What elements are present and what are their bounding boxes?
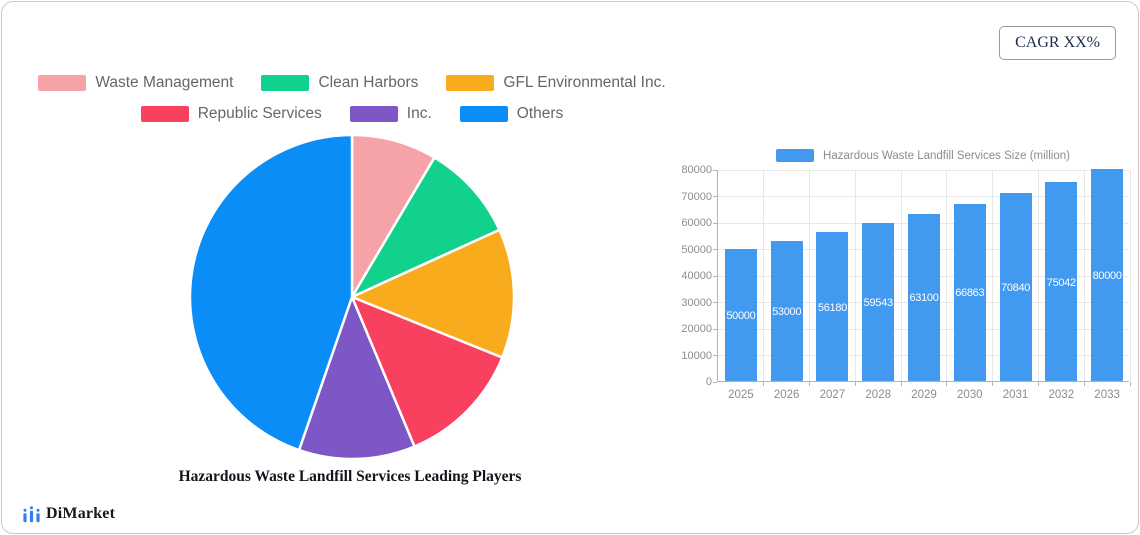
pie-legend-row-1: Waste Management Clean Harbors GFL Environ… bbox=[22, 74, 682, 92]
pie-legend-row-2: Republic Services Inc. Others bbox=[22, 105, 682, 123]
x-tick-7 bbox=[1037, 382, 1039, 386]
y-gridline-80000 bbox=[718, 169, 1129, 171]
pie-chart bbox=[187, 132, 517, 462]
bar-value-label-2027: 56180 bbox=[817, 301, 847, 314]
x-tick-6 bbox=[992, 382, 994, 386]
x-axis-label-2031: 2031 bbox=[1002, 389, 1029, 401]
x-axis-label-2027: 2027 bbox=[819, 389, 846, 401]
bar-value-label-2030: 66863 bbox=[955, 287, 985, 300]
pie-legend: Waste Management Clean Harbors GFL Environ… bbox=[22, 74, 682, 136]
y-axis-label-70000: 70000 bbox=[681, 190, 712, 203]
x-tick-1 bbox=[763, 382, 765, 386]
x-axis-label-2026: 2026 bbox=[773, 389, 800, 401]
legend-swatch-gfl-environmental-inc bbox=[446, 75, 495, 91]
bar-value-label-2033: 80000 bbox=[1092, 270, 1122, 282]
x-gridline-7 bbox=[1037, 170, 1039, 381]
legend-label-inc: Inc. bbox=[406, 105, 432, 122]
bar-value-label-2031: 70840 bbox=[1001, 282, 1031, 295]
x-tick-3 bbox=[854, 382, 856, 386]
y-axis-label-50000: 50000 bbox=[681, 243, 712, 256]
legend-label-others: Others bbox=[516, 105, 564, 122]
legend-swatch-clean-harbors bbox=[261, 75, 310, 91]
bar-2030: 66863 bbox=[953, 203, 986, 381]
legend-swatch-others bbox=[459, 106, 508, 122]
x-tick-5 bbox=[946, 382, 948, 386]
legend-swatch-republic-services bbox=[140, 106, 189, 122]
pie-chart-svg bbox=[188, 133, 516, 461]
bar-2031: 70840 bbox=[999, 193, 1032, 381]
x-gridline-9 bbox=[1129, 170, 1131, 381]
legend-label-waste-management: Waste Management bbox=[95, 74, 234, 91]
legend-item-waste-management[interactable]: Waste Management bbox=[38, 74, 233, 92]
x-gridline-6 bbox=[992, 170, 994, 381]
legend-label-gfl-environmental-inc: GFL Environmental Inc. bbox=[503, 74, 666, 91]
report-card: CAGR XX% Waste Management Clean Harbors GF… bbox=[1, 1, 1139, 534]
bar-value-label-2026: 53000 bbox=[772, 305, 802, 318]
legend-label-republic-services: Republic Services bbox=[197, 105, 322, 122]
y-tick-20000 bbox=[713, 328, 717, 330]
y-tick-80000 bbox=[713, 169, 717, 171]
bar-value-label-2032: 75042 bbox=[1046, 276, 1076, 289]
x-tick-4 bbox=[900, 382, 902, 386]
legend-item-clean-harbors[interactable]: Clean Harbors bbox=[261, 74, 418, 92]
x-gridline-8 bbox=[1083, 170, 1085, 381]
bar-chart-plot-area: 0 10000 20000 30000 40000 50000 60000 70000 8000… bbox=[681, 164, 1131, 401]
bar-2026: 53000 bbox=[770, 240, 803, 381]
x-tick-2 bbox=[809, 382, 811, 386]
y-tick-60000 bbox=[713, 222, 717, 224]
x-gridline-4 bbox=[900, 170, 902, 381]
legend-item-gfl-environmental-inc[interactable]: GFL Environmental Inc. bbox=[446, 74, 666, 92]
legend-swatch-waste-management bbox=[38, 75, 87, 91]
bar-2025: 50000 bbox=[724, 248, 757, 381]
y-axis-label-40000: 40000 bbox=[681, 270, 712, 282]
y-axis-label-10000: 10000 bbox=[681, 349, 712, 362]
x-axis-label-2029: 2029 bbox=[911, 389, 937, 401]
legend-swatch-inc bbox=[349, 106, 398, 122]
brand-name: DiMarket bbox=[46, 505, 116, 522]
y-tick-40000 bbox=[713, 275, 717, 277]
report-screenshot: CAGR XX% Waste Management Clean Harbors GF… bbox=[0, 0, 1140, 535]
bar-legend-swatch bbox=[776, 149, 815, 162]
legend-item-republic-services[interactable]: Republic Services bbox=[140, 105, 322, 123]
y-tick-0 bbox=[713, 381, 717, 383]
y-axis-label-0: 0 bbox=[705, 376, 712, 388]
y-tick-30000 bbox=[713, 302, 717, 303]
x-gridline-3 bbox=[854, 170, 856, 381]
y-tick-50000 bbox=[713, 249, 717, 250]
brand-logo[interactable]: DiMarket bbox=[22, 505, 115, 523]
y-tick-70000 bbox=[713, 196, 717, 197]
y-tick-10000 bbox=[713, 355, 717, 356]
y-axis-label-30000: 30000 bbox=[681, 296, 712, 309]
bar-chart: Hazardous Waste Landfill Services Size (… bbox=[681, 145, 1138, 415]
x-gridline-5 bbox=[946, 170, 948, 381]
cagr-badge[interactable]: CAGR XX% bbox=[999, 26, 1116, 60]
legend-label-clean-harbors: Clean Harbors bbox=[318, 74, 419, 91]
x-tick-9 bbox=[1129, 382, 1131, 386]
x-axis-label-2033: 2033 bbox=[1094, 389, 1120, 401]
bar-value-label-2029: 63100 bbox=[909, 292, 939, 305]
bar-2033: 80000 bbox=[1091, 169, 1124, 381]
legend-item-inc[interactable]: Inc. bbox=[349, 105, 432, 123]
legend-item-others[interactable]: Others bbox=[459, 105, 564, 123]
bar-2027: 56180 bbox=[816, 232, 849, 381]
bar-chart-legend[interactable]: Hazardous Waste Landfill Services Size (… bbox=[717, 149, 1129, 162]
bar-chart-logo-icon bbox=[23, 505, 40, 522]
x-axis-label-2025: 2025 bbox=[728, 389, 754, 401]
x-axis-label-2032: 2032 bbox=[1048, 389, 1075, 401]
x-gridline-1 bbox=[763, 170, 765, 381]
y-axis-label-60000: 60000 bbox=[681, 217, 712, 229]
bar-value-label-2025: 50000 bbox=[726, 309, 756, 322]
x-gridline-2 bbox=[809, 170, 811, 381]
x-tick-8 bbox=[1083, 382, 1085, 386]
bar-2029: 63100 bbox=[908, 213, 940, 381]
y-axis-label-20000: 20000 bbox=[681, 323, 712, 335]
bar-2028: 59543 bbox=[862, 223, 895, 381]
bar-value-label-2028: 59543 bbox=[863, 297, 893, 310]
pie-chart-title: Hazardous Waste Landfill Services Leadin… bbox=[178, 468, 522, 485]
bar-2032: 75042 bbox=[1045, 182, 1078, 381]
bar-legend-label: Hazardous Waste Landfill Services Size (… bbox=[823, 149, 1070, 162]
x-axis-label-2030: 2030 bbox=[956, 389, 983, 401]
y-axis-label-80000: 80000 bbox=[681, 164, 712, 176]
x-axis-label-2028: 2028 bbox=[865, 389, 891, 401]
